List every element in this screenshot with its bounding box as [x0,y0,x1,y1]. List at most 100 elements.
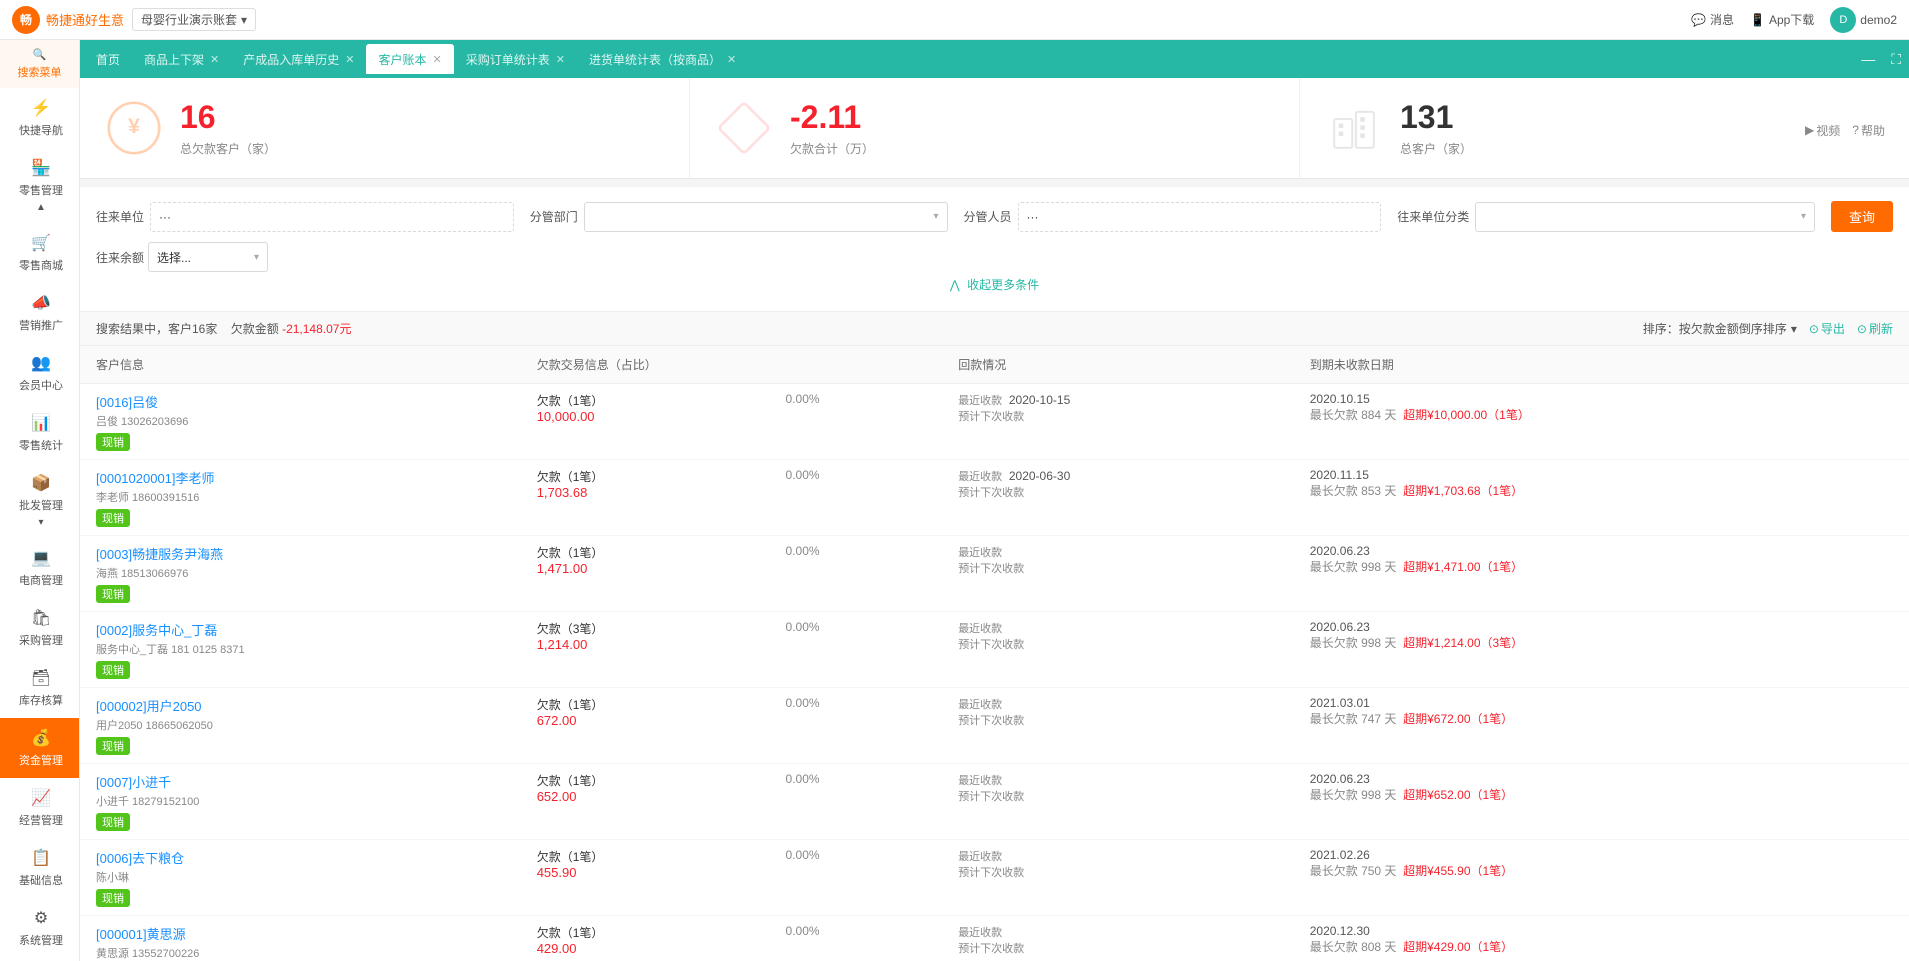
chevron-down-icon: ▲ [36,202,46,213]
remainder-select[interactable]: 选择... ▾ [148,242,268,272]
overdue-amount-link[interactable]: 超期¥1,214.00（3笔） [1403,636,1523,650]
customer-name-link[interactable]: [0007]小进千 [96,772,505,791]
tab-close-icon[interactable]: ✕ [345,53,354,66]
tab-close-icon[interactable]: ✕ [433,53,442,66]
next-collection: 预计下次收款 [958,940,1278,956]
finance-icon: 💰 [31,728,51,748]
debt-amount[interactable]: 1,471.00 [537,561,746,576]
app-download-button[interactable]: 📱 App下载 [1750,11,1814,28]
filter-item-unit-category: 往来单位分类 ▾ [1397,202,1815,232]
top-bar-left: 畅 畅捷通好生意 母婴行业演示账套 ▾ [12,6,256,34]
overdue-amount-link[interactable]: 超期¥10,000.00（1笔） [1403,408,1530,422]
sidebar-item-finance[interactable]: 💰 资金管理 [0,718,79,778]
marketing-icon: 📣 [31,293,51,313]
search-menu-button[interactable]: 🔍 搜索菜单 [0,40,79,88]
overdue-amount-link[interactable]: 超期¥1,471.00（1笔） [1403,560,1523,574]
message-button[interactable]: 💬 消息 [1691,11,1734,28]
sidebar-item-system-mgmt[interactable]: ⚙ 系统管理 [0,898,79,958]
debt-amount[interactable]: 672.00 [537,713,746,728]
total-customers-info: 131 总客户（家） [1400,99,1472,157]
tab-product-offshelf[interactable]: 商品上下架 ✕ [132,44,231,74]
main-layout: 🔍 搜索菜单 ⚡ 快捷导航 🏪 零售管理 ▲ 🛒 零售商城 📣 营销推广 👥 会… [0,40,1909,961]
sidebar-item-purchase[interactable]: 🛍 采购管理 [0,598,79,658]
debt-amount[interactable]: 429.00 [537,941,746,956]
stat-card-debt-amount: -2.11 欠款合计（万） [690,78,1300,178]
store-selector[interactable]: 母婴行业演示账套 ▾ [132,8,256,31]
debt-amount[interactable]: 1,703.68 [537,485,746,500]
table-header-row: 客户信息 欠款交易信息（占比） 回款情况 到期未收款日期 [80,346,1909,384]
search-button[interactable]: 查询 [1831,201,1893,232]
overdue-amount-link[interactable]: 超期¥672.00（1笔） [1403,712,1513,726]
sidebar-item-retail-mgmt[interactable]: 🏪 零售管理 ▲ [0,148,79,223]
sidebar-item-batch-mgmt[interactable]: 📦 批发管理 ▾ [0,463,79,538]
debt-pct: 0.00% [786,772,820,786]
customer-name-link[interactable]: [000001]黄思源 [96,924,505,943]
person-input[interactable]: ··· [1018,202,1382,232]
customer-name-link[interactable]: [000002]用户2050 [96,696,505,715]
debt-amount[interactable]: 1,214.00 [537,637,746,652]
quick-nav-icon: ⚡ [31,98,51,118]
tab-close-icon[interactable]: ✕ [556,53,565,66]
chevron-up-icon: ⋀ [950,278,960,292]
tab-product-inbound[interactable]: 产成品入库单历史 ✕ [231,44,366,74]
sidebar-item-marketing[interactable]: 📣 营销推广 [0,283,79,343]
overdue-amount-link[interactable]: 超期¥455.90（1笔） [1403,864,1513,878]
debt-amount[interactable]: 455.90 [537,865,746,880]
overdue-amount-link[interactable]: 超期¥429.00（1笔） [1403,940,1513,954]
customer-contact: 用户2050 18665062050 [96,717,505,733]
results-info: 搜索结果中，客户16家 欠款金额 -21,148.07元 [96,320,351,337]
overdue-days: 最长欠款 750 天 [1310,864,1400,878]
tab-home[interactable]: 首页 [84,51,132,68]
dept-select[interactable]: ▾ [584,202,948,232]
customer-name-link[interactable]: [0016]吕俊 [96,392,505,411]
user-profile[interactable]: D demo2 [1830,7,1897,33]
overdue-info: 最长欠款 884 天 超期¥10,000.00（1笔） [1310,406,1893,423]
help-button[interactable]: ? 帮助 [1852,122,1885,139]
debt-desc: 欠款（1笔） [537,848,746,865]
collection-cell: 最近收款 预计下次收款 [942,916,1294,961]
overdue-days: 最长欠款 884 天 [1310,408,1400,422]
debt-amount[interactable]: 652.00 [537,789,746,804]
debt-amount-icon [714,98,774,158]
purchase-icon: 🛍 [31,608,51,628]
tab-minimize-icon[interactable]: — [1857,49,1879,69]
refresh-button[interactable]: ⊙ 刷新 [1857,320,1893,337]
tab-maximize-icon[interactable]: ⛶ [1887,49,1905,70]
video-button[interactable]: ▶ 视频 [1805,122,1840,139]
tab-purchase-order[interactable]: 采购订单统计表 ✕ [454,44,577,74]
overdue-info: 最长欠款 998 天 超期¥1,471.00（1笔） [1310,558,1893,575]
tab-close-icon[interactable]: ✕ [210,53,219,66]
collection-cell: 最近收款 预计下次收款 [942,536,1294,612]
chevron-down-icon: ▾ [1801,211,1806,222]
export-button[interactable]: ⊙ 导出 [1809,320,1845,337]
tab-customer-account[interactable]: 客户账本 ✕ [366,44,453,74]
debt-pct-cell: 0.00% [762,764,943,840]
debt-pct-cell: 0.00% [762,384,943,460]
overdue-info: 最长欠款 853 天 超期¥1,703.68（1笔） [1310,482,1893,499]
customer-name-link[interactable]: [0003]畅捷服务尹海燕 [96,544,505,563]
customer-tag: 现销 [96,433,130,451]
sidebar-item-business-mgmt[interactable]: 📈 经营管理 [0,778,79,838]
sidebar-item-inventory[interactable]: 🗃 库存核算 [0,658,79,718]
collapse-filters-button[interactable]: ⋀ 收起更多条件 [96,272,1893,297]
overdue-amount-link[interactable]: 超期¥1,703.68（1笔） [1403,484,1523,498]
unit-category-select[interactable]: ▾ [1475,202,1815,232]
overdue-amount-link[interactable]: 超期¥652.00（1笔） [1403,788,1513,802]
sidebar-item-ecommerce[interactable]: 💻 电商管理 [0,538,79,598]
unit-input[interactable]: ··· [150,202,514,232]
tab-inbound-stat[interactable]: 进货单统计表（按商品） ✕ [577,44,748,74]
system-mgmt-icon: ⚙ [34,908,48,928]
debt-amount[interactable]: 10,000.00 [537,409,746,424]
table-row: [0007]小进千 小进千 18279152100 现销 欠款（1笔） 652.… [80,764,1909,840]
sidebar-item-quick-nav[interactable]: ⚡ 快捷导航 [0,88,79,148]
customer-name-link[interactable]: [0001020001]李老师 [96,468,505,487]
sort-select[interactable]: 排序：按欠款金额倒序排序 ▾ [1643,320,1797,337]
customer-name-link[interactable]: [0006]去下粮仓 [96,848,505,867]
tab-close-icon[interactable]: ✕ [727,53,736,66]
sidebar-item-member[interactable]: 👥 会员中心 [0,343,79,403]
sidebar-item-retail-stat[interactable]: 📊 零售统计 [0,403,79,463]
sidebar-item-retail-store[interactable]: 🛒 零售商城 [0,223,79,283]
customer-name-link[interactable]: [0002]服务中心_丁磊 [96,620,505,639]
sidebar-item-basic-info[interactable]: 📋 基础信息 [0,838,79,898]
unit-category-label: 往来单位分类 [1397,208,1469,225]
